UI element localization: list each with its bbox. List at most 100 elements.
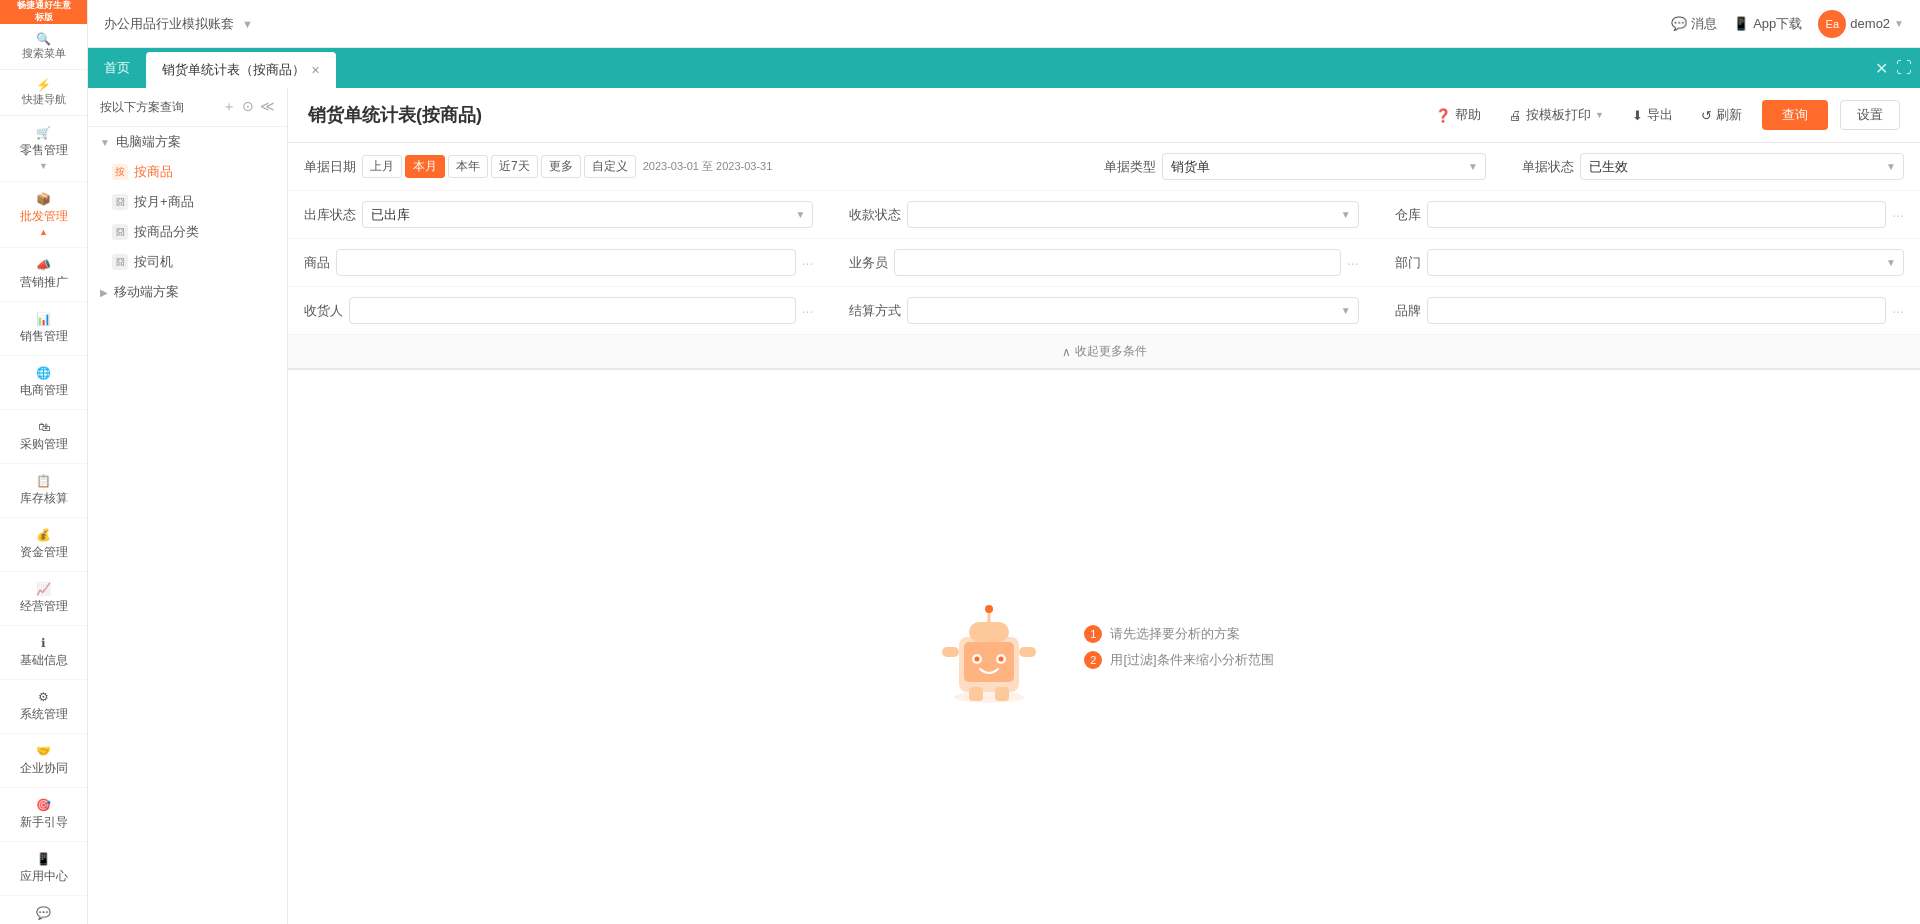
sidebar-item-quick[interactable]: ⚡ 快捷导航	[0, 70, 87, 116]
product-input[interactable]	[336, 249, 796, 276]
tabbar: 首页 销货单统计表（按商品） ✕ ✕ ⛶	[88, 48, 1920, 88]
tab-report[interactable]: 销货单统计表（按商品） ✕	[146, 52, 336, 88]
setting-button[interactable]: 设置	[1840, 100, 1900, 130]
empty-state-content: 1 请先选择要分析的方案 2 用[过滤]条件来缩小分析范围	[934, 587, 1273, 707]
recv-status-select[interactable]	[907, 201, 1358, 228]
out-status-select[interactable]: 已出库	[362, 201, 813, 228]
dept-label: 部门	[1395, 254, 1421, 272]
sidebar-item-finance[interactable]: 💰 资金管理	[0, 518, 87, 572]
operation-icon: 📈	[36, 582, 51, 596]
sidebar-item-inventory[interactable]: 📋 库存核算	[0, 464, 87, 518]
receiver-input[interactable]	[349, 297, 796, 324]
user-menu[interactable]: Ea demo2 ▼	[1818, 10, 1904, 38]
date-more-btn[interactable]: 更多	[541, 155, 581, 178]
message-label: 消息	[1691, 15, 1717, 33]
dept-select[interactable]	[1427, 249, 1904, 276]
quick-icon: ⚡	[36, 78, 51, 92]
purchase-icon: 🛍	[38, 420, 50, 434]
refresh-btn[interactable]: ↺ 刷新	[1693, 102, 1750, 128]
collapse-bar[interactable]: ∧ 收起更多条件	[288, 335, 1920, 369]
date-this-year-btn[interactable]: 本年	[448, 155, 488, 178]
recv-status-field: 收款状态 ▼	[849, 201, 1358, 228]
tab-home[interactable]: 首页	[88, 48, 146, 88]
sidebar-item-system[interactable]: ⚙ 系统管理	[0, 680, 87, 734]
tip-text-1: 请先选择要分析的方案	[1110, 625, 1240, 643]
empty-state-area: 1 请先选择要分析的方案 2 用[过滤]条件来缩小分析范围	[288, 370, 1920, 924]
agent-dots[interactable]: ···	[1347, 255, 1359, 271]
sidebar-item-sales[interactable]: 📊 销售管理	[0, 302, 87, 356]
sidebar-item-app-center[interactable]: 📱 应用中心	[0, 842, 87, 896]
type-label: 单据类型	[1104, 158, 1156, 176]
tree-item-by-product[interactable]: 按 按商品	[88, 157, 287, 187]
svg-point-9	[985, 605, 993, 613]
payment-select[interactable]	[907, 297, 1358, 324]
wholesale-arrow: ▲	[39, 227, 48, 237]
edit-scheme-icon[interactable]: ⊙	[242, 98, 254, 116]
warehouse-input[interactable]	[1427, 201, 1887, 228]
sidebar-item-basic[interactable]: ℹ 基础信息	[0, 626, 87, 680]
sidebar-item-operation[interactable]: 📈 经营管理	[0, 572, 87, 626]
right-panel: 销货单统计表(按商品) ❓ 帮助 🖨 按模板打印 ▼ ⬇ 导出	[288, 88, 1920, 924]
by-month-product-label: 按月+商品	[134, 193, 194, 211]
finance-label: 资金管理	[20, 544, 68, 561]
enterprise-icon: 🤝	[36, 744, 51, 758]
doc-status-select[interactable]: 已生效	[1580, 153, 1904, 180]
help-btn[interactable]: ❓ 帮助	[1427, 102, 1489, 128]
tab-close-icon[interactable]: ✕	[311, 64, 320, 77]
print-template-btn[interactable]: 🖨 按模板打印 ▼	[1501, 102, 1612, 128]
tabbar-actions: ✕ ⛶	[1875, 59, 1920, 78]
sidebar-item-wholesale[interactable]: 📦 批发管理 ▲	[0, 182, 87, 248]
brand-dots[interactable]: ···	[1892, 303, 1904, 319]
guide-icon: 🎯	[36, 798, 51, 812]
type-select[interactable]: 销货单	[1162, 153, 1486, 180]
product-dots[interactable]: ···	[802, 255, 814, 271]
panel-header-actions: ＋ ⊙ ≪	[222, 98, 275, 116]
retail-arrow: ▼	[39, 161, 48, 171]
sidebar-item-purchase[interactable]: 🛍 采购管理	[0, 410, 87, 464]
page-title: 销货单统计表(按商品)	[308, 103, 482, 139]
date-last-month-btn[interactable]: 上月	[362, 155, 402, 178]
maximize-btn[interactable]: ⛶	[1896, 59, 1912, 77]
print-label: 按模板打印	[1526, 106, 1591, 124]
date-last-7-btn[interactable]: 近7天	[491, 155, 538, 178]
tip-num-2: 2	[1084, 651, 1102, 669]
collapse-panel-icon[interactable]: ≪	[260, 98, 275, 116]
sidebar-item-search[interactable]: 🔍 搜索菜单	[0, 24, 87, 70]
add-scheme-icon[interactable]: ＋	[222, 98, 236, 116]
out-status-label: 出库状态	[304, 206, 356, 224]
sidebar-item-marketing[interactable]: 📣 营销推广	[0, 248, 87, 302]
tree-parent-pc[interactable]: ▼ 电脑端方案	[88, 127, 287, 157]
app-download-btn[interactable]: 📱 App下载	[1733, 15, 1802, 33]
tree-parent-mobile[interactable]: ▶ 移动端方案	[88, 277, 287, 307]
retail-label: 零售管理	[20, 142, 68, 159]
guide-label: 新手引导	[20, 814, 68, 831]
tree-item-by-category[interactable]: 囧 按商品分类	[88, 217, 287, 247]
dept-field: 部门 ▼	[1395, 249, 1904, 276]
mobile-scheme-label: 移动端方案	[114, 283, 179, 301]
date-this-month-btn[interactable]: 本月	[405, 155, 445, 178]
receiver-dots[interactable]: ···	[802, 303, 814, 319]
message-btn[interactable]: 💬 消息	[1671, 15, 1717, 33]
close-all-tabs-btn[interactable]: ✕	[1875, 59, 1888, 78]
help-label: 帮助	[1455, 106, 1481, 124]
export-btn[interactable]: ⬇ 导出	[1624, 102, 1681, 128]
sidebar-item-wechat[interactable]: 💬 企业微信	[0, 896, 87, 924]
svg-rect-12	[969, 687, 983, 701]
query-button[interactable]: 查询	[1762, 100, 1828, 130]
sidebar-item-guide[interactable]: 🎯 新手引导	[0, 788, 87, 842]
print-icon: 🖨	[1509, 108, 1522, 123]
industry-dropdown-icon[interactable]: ▼	[242, 18, 253, 30]
date-custom-btn[interactable]: 自定义	[584, 155, 636, 178]
agent-input[interactable]	[894, 249, 1341, 276]
tip-text-2: 用[过滤]条件来缩小分析范围	[1110, 651, 1273, 669]
sidebar-item-retail[interactable]: 🛒 零售管理 ▼	[0, 116, 87, 182]
filter-row-2: 出库状态 已出库 ▼ 收款状态	[288, 191, 1920, 239]
sidebar-item-enterprise[interactable]: 🤝 企业协同	[0, 734, 87, 788]
warehouse-dots[interactable]: ···	[1892, 207, 1904, 223]
retail-icon: 🛒	[36, 126, 51, 140]
svg-rect-11	[1019, 647, 1036, 657]
brand-input[interactable]	[1427, 297, 1887, 324]
tree-item-by-month-product[interactable]: 囧 按月+商品	[88, 187, 287, 217]
tree-item-by-cashier[interactable]: 囧 按司机	[88, 247, 287, 277]
sidebar-item-ecommerce[interactable]: 🌐 电商管理	[0, 356, 87, 410]
